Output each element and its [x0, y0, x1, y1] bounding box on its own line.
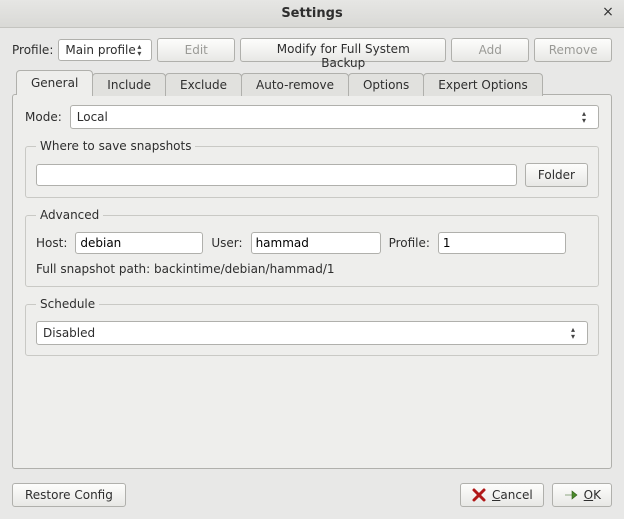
spinner-icon	[582, 109, 592, 125]
window-title: Settings	[281, 6, 342, 21]
tab-strip: General Include Exclude Auto-remove Opti…	[12, 70, 612, 95]
host-label: Host:	[36, 236, 67, 250]
tab-general[interactable]: General	[16, 70, 93, 95]
mode-label: Mode:	[25, 110, 62, 124]
tab-include[interactable]: Include	[92, 73, 166, 96]
add-button[interactable]: Add	[451, 38, 529, 62]
ok-button[interactable]: OK	[552, 483, 612, 507]
user-label: User:	[211, 236, 242, 250]
profile-num-input[interactable]	[438, 232, 566, 254]
cancel-button[interactable]: Cancel	[460, 483, 544, 507]
tab-options[interactable]: Options	[348, 73, 424, 96]
advanced-group: Advanced Host: User: Profile: Full snaps…	[25, 208, 599, 287]
footer: Restore Config Cancel OK	[0, 475, 624, 519]
schedule-title: Schedule	[36, 297, 99, 311]
profile-num-label: Profile:	[389, 236, 430, 250]
advanced-title: Advanced	[36, 208, 103, 222]
save-location-title: Where to save snapshots	[36, 139, 195, 153]
close-icon[interactable]: ×	[600, 5, 616, 21]
tab-panel-general: Mode: Local Where to save snapshots Fold…	[12, 94, 612, 469]
tab-exclude[interactable]: Exclude	[165, 73, 242, 96]
tab-expert-options[interactable]: Expert Options	[423, 73, 542, 96]
titlebar: Settings ×	[0, 0, 624, 28]
schedule-group: Schedule Disabled	[25, 297, 599, 356]
host-input[interactable]	[75, 232, 203, 254]
save-location-group: Where to save snapshots Folder	[25, 139, 599, 198]
edit-button[interactable]: Edit	[157, 38, 235, 62]
save-path-input[interactable]	[36, 164, 517, 186]
folder-button[interactable]: Folder	[525, 163, 588, 187]
profile-label: Profile:	[12, 43, 53, 57]
profile-select[interactable]: Main profile	[58, 39, 152, 61]
mode-row: Mode: Local	[25, 105, 599, 129]
profile-row: Profile: Main profile Edit Modify for Fu…	[12, 38, 612, 62]
ok-button-label: OK	[584, 488, 601, 502]
user-input[interactable]	[251, 232, 381, 254]
content-area: Profile: Main profile Edit Modify for Fu…	[0, 28, 624, 475]
restore-config-button[interactable]: Restore Config	[12, 483, 126, 507]
remove-button[interactable]: Remove	[534, 38, 612, 62]
schedule-select[interactable]: Disabled	[36, 321, 588, 345]
mode-select[interactable]: Local	[70, 105, 599, 129]
mode-select-value: Local	[77, 110, 108, 124]
cancel-button-label: Cancel	[492, 488, 533, 502]
profile-select-value: Main profile	[65, 43, 135, 57]
cancel-icon	[471, 487, 487, 503]
spinner-icon	[571, 325, 581, 341]
tab-auto-remove[interactable]: Auto-remove	[241, 73, 349, 96]
ok-arrow-icon	[563, 487, 579, 503]
schedule-select-value: Disabled	[43, 326, 95, 340]
full-snapshot-path: Full snapshot path: backintime/debian/ha…	[36, 262, 588, 276]
modify-full-backup-button[interactable]: Modify for Full System Backup	[240, 38, 446, 62]
spinner-icon	[137, 42, 147, 58]
